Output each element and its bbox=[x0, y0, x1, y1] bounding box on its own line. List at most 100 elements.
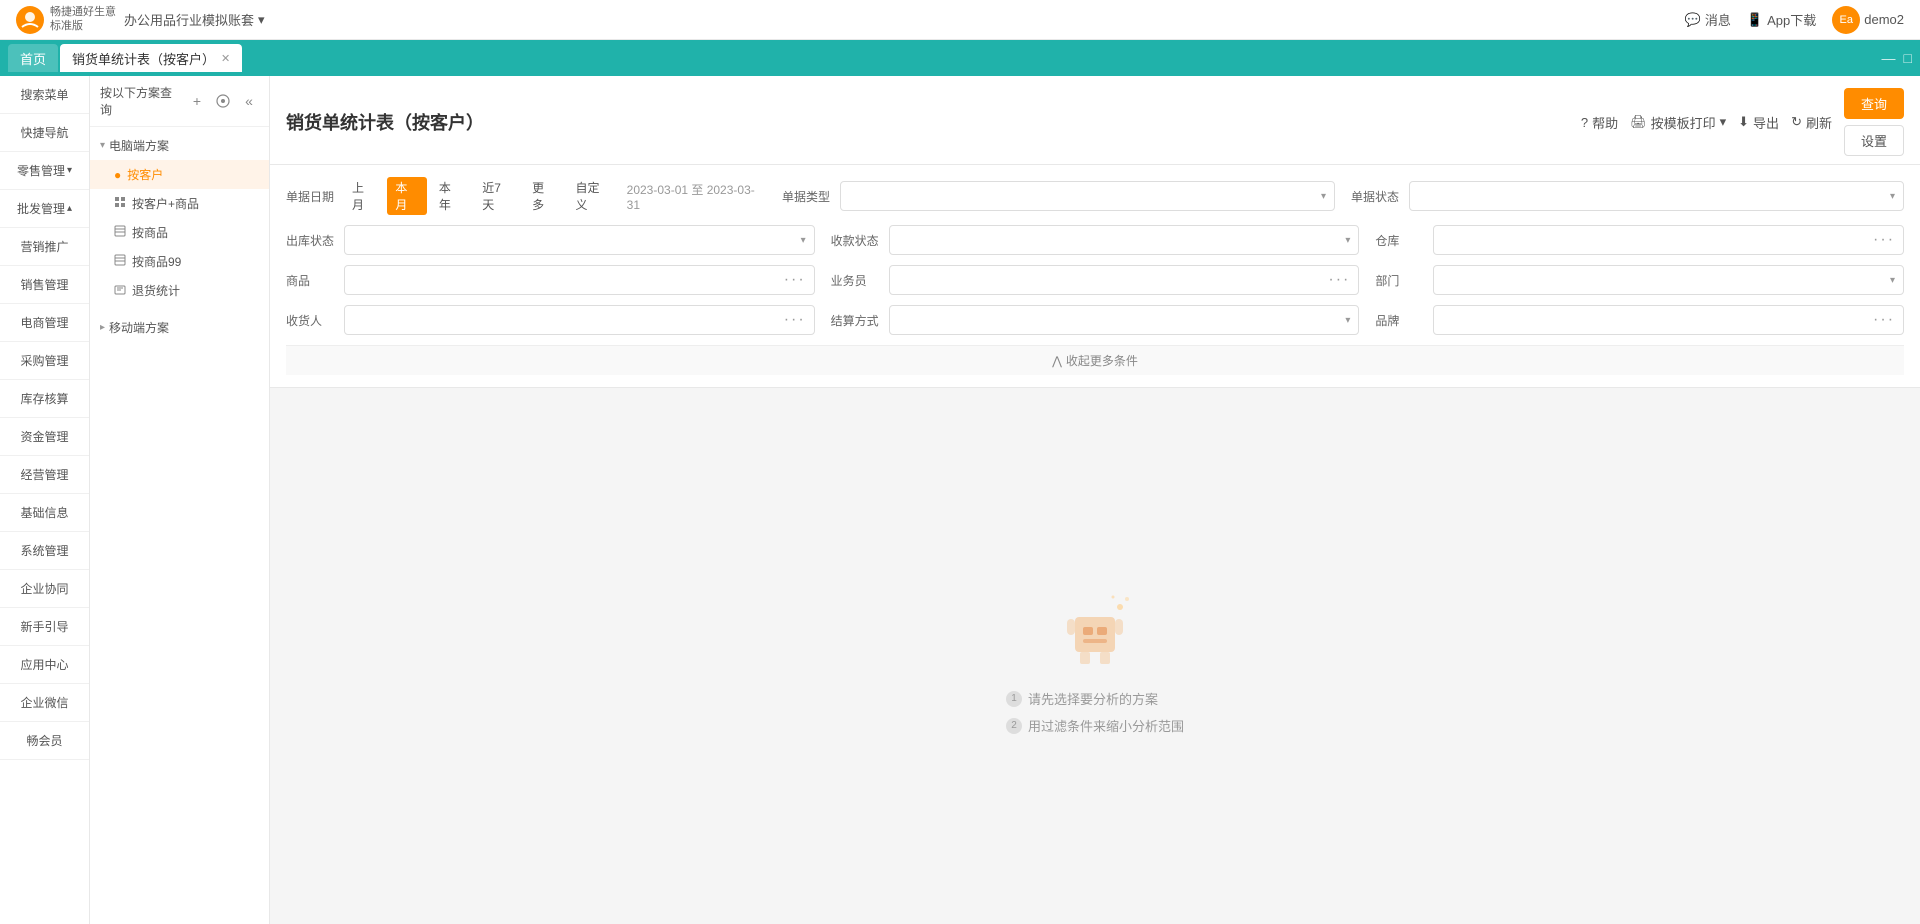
sidebar-item-marketing[interactable]: 营销推广 bbox=[0, 228, 89, 266]
edit-scheme-btn[interactable] bbox=[213, 91, 233, 111]
sidebar: 搜索菜单 快捷导航 零售管理 ▾ 批发管理 ▴ 营销推广 销售管理 电商管理 采… bbox=[0, 76, 90, 924]
message-icon: 💬 bbox=[1685, 12, 1701, 28]
collapse-icon: ⋀ bbox=[1052, 354, 1062, 368]
query-button[interactable]: 查询 bbox=[1844, 88, 1904, 119]
more-icon: ··· bbox=[784, 271, 806, 289]
tab-close-icon[interactable]: ✕ bbox=[221, 52, 230, 65]
scheme-group-mobile-header[interactable]: ▸ 移动端方案 bbox=[90, 313, 269, 342]
order-type-label: 单据类型 bbox=[782, 188, 832, 205]
sidebar-item-wholesale[interactable]: 批发管理 ▴ bbox=[0, 190, 89, 228]
sidebar-item-quick-nav[interactable]: 快捷导航 bbox=[0, 114, 89, 152]
scheme-panel: 按以下方案查询 + « ▾ 电脑端方案 ● 按客户 bbox=[90, 76, 270, 924]
date-btn-last-month[interactable]: 上月 bbox=[344, 177, 383, 215]
sidebar-item-retail[interactable]: 零售管理 ▾ bbox=[0, 152, 89, 190]
order-type-control[interactable]: ▾ bbox=[840, 181, 1335, 211]
sidebar-item-vip[interactable]: 畅会员 bbox=[0, 722, 89, 760]
tab-home[interactable]: 首页 bbox=[8, 44, 58, 72]
ship-status-control[interactable]: ▾ bbox=[344, 225, 815, 255]
sidebar-item-newbie[interactable]: 新手引导 bbox=[0, 608, 89, 646]
order-status-control[interactable]: ▾ bbox=[1409, 181, 1904, 211]
scheme-item-icon bbox=[114, 283, 126, 298]
user-menu-btn[interactable]: Ea demo2 bbox=[1832, 6, 1904, 34]
scheme-item-icon: ● bbox=[114, 168, 121, 182]
brand-control[interactable]: ··· bbox=[1433, 305, 1904, 335]
tab-bar: 首页 销货单统计表（按客户） ✕ — □ bbox=[0, 40, 1920, 76]
warehouse-control[interactable]: ··· bbox=[1433, 225, 1904, 255]
dept-control[interactable]: ▾ bbox=[1433, 265, 1904, 295]
sidebar-item-finance[interactable]: 资金管理 bbox=[0, 418, 89, 456]
home-tab-label: 首页 bbox=[20, 49, 46, 68]
empty-tips: 1 请先选择要分析的方案 2 用过滤条件来缩小分析范围 bbox=[1006, 689, 1184, 735]
export-btn[interactable]: ⬇ 导出 bbox=[1738, 113, 1779, 132]
messages-btn[interactable]: 💬 消息 bbox=[1685, 10, 1731, 29]
chevron-icon: ▾ bbox=[67, 165, 72, 176]
app-download-btn[interactable]: 📱 App下载 bbox=[1747, 10, 1816, 29]
maximize-icon[interactable]: □ bbox=[1904, 50, 1912, 66]
report-header: 销货单统计表（按客户） ? 帮助 🖨 按模板打印 ▾ ⬇ 导出 bbox=[270, 76, 1920, 165]
add-scheme-btn[interactable]: + bbox=[187, 91, 207, 111]
filter-payment-status: 收款状态 ▾ bbox=[831, 225, 1360, 255]
date-btn-last-7days[interactable]: 近7天 bbox=[474, 177, 520, 215]
chevron-icon: ▴ bbox=[67, 203, 72, 214]
scheme-item-by-customer-goods[interactable]: 按客户+商品 bbox=[90, 189, 269, 218]
export-icon: ⬇ bbox=[1738, 114, 1749, 130]
download-icon: 📱 bbox=[1747, 12, 1763, 28]
scheme-item-icon bbox=[114, 196, 126, 211]
tab-sales-stats[interactable]: 销货单统计表（按客户） ✕ bbox=[60, 44, 242, 72]
sidebar-item-corp[interactable]: 企业协同 bbox=[0, 570, 89, 608]
chevron-down-icon: ▾ bbox=[1321, 191, 1326, 202]
filter-row-1: 单据日期 上月 本月 本年 近7天 更多 自定义 2023-03-01 至 20… bbox=[286, 177, 1904, 215]
sidebar-item-inventory[interactable]: 库存核算 bbox=[0, 380, 89, 418]
sidebar-item-sales-mgmt[interactable]: 销售管理 bbox=[0, 266, 89, 304]
filter-ship-status: 出库状态 ▾ bbox=[286, 225, 815, 255]
collapse-filters-btn[interactable]: ⋀ 收起更多条件 bbox=[286, 345, 1904, 375]
receiver-control[interactable]: ··· bbox=[344, 305, 815, 335]
settings-button[interactable]: 设置 bbox=[1844, 125, 1904, 156]
scheme-item-by-goods[interactable]: 按商品 bbox=[90, 218, 269, 247]
empty-tip-1: 1 请先选择要分析的方案 bbox=[1006, 689, 1184, 708]
settlement-control[interactable]: ▾ bbox=[889, 305, 1360, 335]
sidebar-item-base[interactable]: 基础信息 bbox=[0, 494, 89, 532]
sidebar-item-system[interactable]: 系统管理 bbox=[0, 532, 89, 570]
scheme-item-by-goods-99[interactable]: 按商品99 bbox=[90, 247, 269, 276]
brand-label: 品牌 bbox=[1375, 312, 1425, 329]
goods-control[interactable]: ··· bbox=[344, 265, 815, 295]
payment-status-control[interactable]: ▾ bbox=[889, 225, 1360, 255]
scheme-item-return-stats[interactable]: 退货统计 bbox=[90, 276, 269, 305]
chevron-down-icon: ▾ bbox=[1345, 315, 1350, 326]
sidebar-item-operation[interactable]: 经营管理 bbox=[0, 456, 89, 494]
date-btn-this-month[interactable]: 本月 bbox=[387, 177, 426, 215]
dept-label: 部门 bbox=[1375, 272, 1425, 289]
date-filter-controls: 上月 本月 本年 近7天 更多 自定义 2023-03-01 至 2023-03… bbox=[344, 177, 766, 215]
sidebar-item-search[interactable]: 搜索菜单 bbox=[0, 76, 89, 114]
sidebar-item-purchase[interactable]: 采购管理 bbox=[0, 342, 89, 380]
help-icon: ? bbox=[1581, 115, 1588, 130]
account-selector[interactable]: 办公用品行业模拟账套 ▾ bbox=[124, 10, 265, 29]
filter-goods: 商品 ··· bbox=[286, 265, 815, 295]
action-buttons: 查询 设置 bbox=[1844, 88, 1904, 156]
date-range-text: 2023-03-01 至 2023-03-31 bbox=[627, 181, 766, 212]
refresh-btn[interactable]: ↻ 刷新 bbox=[1791, 113, 1832, 132]
chevron-down-icon: ▾ bbox=[258, 12, 265, 28]
date-btn-more[interactable]: 更多 bbox=[524, 177, 563, 215]
order-status-label: 单据状态 bbox=[1351, 188, 1401, 205]
scheme-item-icon bbox=[114, 254, 126, 269]
sidebar-item-corp-wechat[interactable]: 企业微信 bbox=[0, 684, 89, 722]
top-header: 畅捷通好生意 标准版 办公用品行业模拟账套 ▾ 💬 消息 📱 App下载 Ea … bbox=[0, 0, 1920, 40]
print-icon: 🖨 bbox=[1630, 114, 1647, 130]
print-btn[interactable]: 🖨 按模板打印 ▾ bbox=[1630, 113, 1726, 132]
date-btn-custom[interactable]: 自定义 bbox=[568, 177, 619, 215]
sidebar-item-app-center[interactable]: 应用中心 bbox=[0, 646, 89, 684]
collapse-scheme-btn[interactable]: « bbox=[239, 91, 259, 111]
sidebar-item-ecom[interactable]: 电商管理 bbox=[0, 304, 89, 342]
empty-tip-2: 2 用过滤条件来缩小分析范围 bbox=[1006, 716, 1184, 735]
help-btn[interactable]: ? 帮助 bbox=[1581, 113, 1618, 132]
minimize-icon[interactable]: — bbox=[1882, 50, 1896, 66]
scheme-item-by-customer[interactable]: ● 按客户 bbox=[90, 160, 269, 189]
main-layout: 搜索菜单 快捷导航 零售管理 ▾ 批发管理 ▴ 营销推广 销售管理 电商管理 采… bbox=[0, 76, 1920, 924]
scheme-group-mobile: ▸ 移动端方案 bbox=[90, 309, 269, 346]
date-btn-this-year[interactable]: 本年 bbox=[431, 177, 470, 215]
salesperson-control[interactable]: ··· bbox=[889, 265, 1360, 295]
logo-icon bbox=[16, 6, 44, 34]
scheme-group-desktop-header[interactable]: ▾ 电脑端方案 bbox=[90, 131, 269, 160]
